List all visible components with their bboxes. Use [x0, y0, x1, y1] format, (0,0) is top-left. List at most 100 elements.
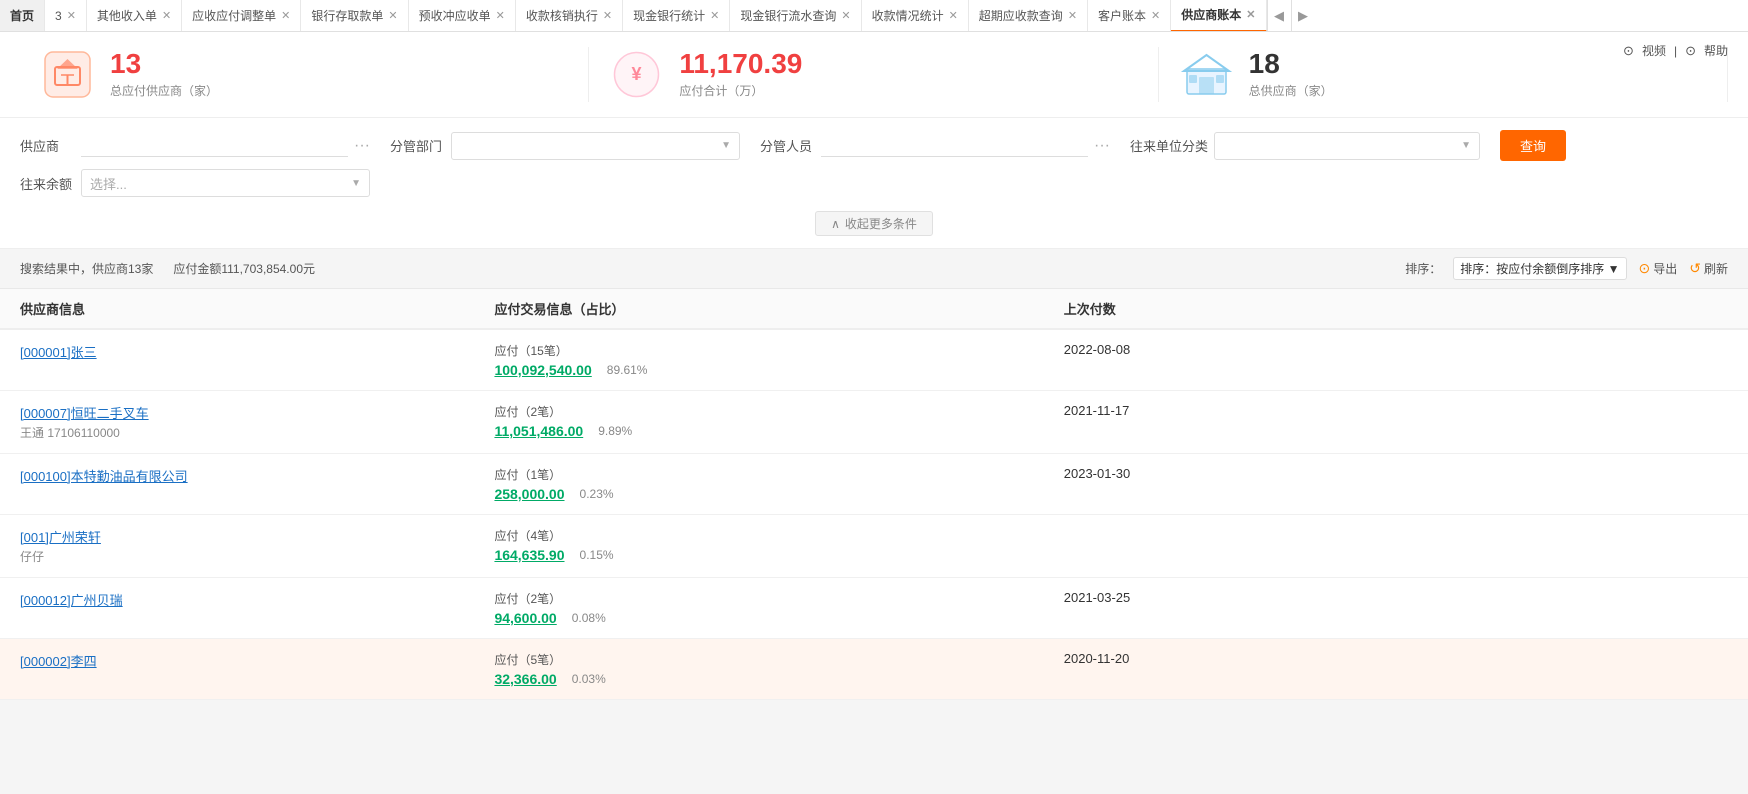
refresh-button[interactable]: ↺ 刷新 [1689, 260, 1728, 277]
help-icon: ⊙ [1685, 43, 1696, 59]
filter-row-2: 往来余额 选择... ▼ [20, 169, 1728, 197]
supplier-name-link[interactable]: [000012]广州贝瑞 [20, 590, 494, 609]
supplier-icon [40, 47, 95, 102]
col-header-lastpay: 上次付数 [1064, 299, 1349, 318]
close-icon[interactable]: ✕ [281, 9, 290, 22]
close-icon[interactable]: ✕ [710, 9, 719, 22]
close-icon[interactable]: ✕ [162, 9, 171, 22]
last-pay-date: 2021-03-25 [1064, 586, 1131, 605]
transaction-label: 应付（1笔） [494, 466, 1063, 483]
transaction-label: 应付（2笔） [494, 590, 1063, 607]
nav-tab-overdue-ar[interactable]: 超期应收款查询 ✕ [969, 0, 1088, 32]
balance-placeholder: 选择... [90, 174, 127, 193]
person-dots[interactable]: ··· [1094, 137, 1110, 155]
category-chevron-down-icon: ▼ [1461, 140, 1471, 151]
result-summary: 搜索结果中，供应商13家 [20, 260, 153, 277]
nav-tab-3[interactable]: 3 ✕ [45, 0, 87, 32]
category-select[interactable]: ▼ [1214, 132, 1480, 160]
payable-total-label: 应付合计（万） [679, 82, 802, 99]
table-row: [000002]李四 应付（5笔） 32,366.00 0.03% 2020-1… [0, 639, 1748, 700]
close-icon[interactable]: ✕ [388, 9, 397, 22]
close-icon[interactable]: ✕ [1068, 9, 1077, 22]
video-link[interactable]: 视频 [1642, 42, 1666, 59]
collapse-button[interactable]: ∧ 收起更多条件 [815, 211, 933, 236]
nav-tab-collect-exec[interactable]: 收款核销执行 ✕ [516, 0, 623, 32]
nav-tab-collect-stat[interactable]: 收款情况统计 ✕ [862, 0, 969, 32]
separator: | [1674, 44, 1677, 58]
lastpay-cell: 2023-01-30 [1064, 466, 1349, 481]
nav-tab-cash-bank-stat[interactable]: 现金银行统计 ✕ [623, 0, 730, 32]
supplier-cell: [000002]李四 [20, 651, 494, 670]
close-icon[interactable]: ✕ [841, 9, 850, 22]
nav-tab-supplier-book[interactable]: 供应商账本 ✕ [1171, 0, 1266, 32]
supplier-contact: 王通 17106110000 [20, 424, 494, 441]
transaction-amount[interactable]: 258,000.00 [494, 486, 564, 502]
lastpay-cell: 2022-08-08 [1064, 342, 1349, 357]
balance-select[interactable]: 选择... ▼ [81, 169, 370, 197]
transaction-percent: 0.03% [572, 672, 606, 686]
transaction-percent: 9.89% [598, 424, 632, 438]
help-link[interactable]: 帮助 [1704, 42, 1728, 59]
lastpay-cell: 2021-03-25 [1064, 590, 1349, 605]
nav-tab-ar-ap-adjust[interactable]: 应收应付调整单 ✕ [182, 0, 301, 32]
supplier-dots[interactable]: ··· [354, 137, 370, 155]
person-filter-label: 分管人员 [760, 136, 815, 155]
balance-filter: 往来余额 选择... ▼ [20, 169, 370, 197]
col-header-supplier: 供应商信息 [20, 299, 494, 318]
transaction-cell: 应付（2笔） 94,600.00 0.08% [494, 590, 1063, 626]
sort-label: 排序： [1405, 260, 1441, 277]
last-pay-date: 2020-11-20 [1064, 647, 1130, 666]
transaction-label: 应付（15笔） [494, 342, 1063, 359]
close-icon[interactable]: ✕ [496, 9, 505, 22]
top-nav: 首页 3 ✕ 其他收入单 ✕ 应收应付调整单 ✕ 银行存取款单 ✕ 预收冲应收单… [0, 0, 1748, 32]
sort-select[interactable]: 排序：按应付余额倒序排序 ▼ [1453, 257, 1626, 280]
nav-prev-arrow[interactable]: ◀ [1267, 0, 1291, 32]
supplier-name-link[interactable]: [001]广州荣轩 [20, 527, 494, 546]
close-icon[interactable]: ✕ [67, 9, 76, 22]
transaction-amount[interactable]: 11,051,486.00 [494, 423, 583, 439]
close-icon[interactable]: ✕ [1246, 8, 1255, 21]
data-table: 供应商信息 应付交易信息（占比） 上次付数 [000001]张三 应付（15笔）… [0, 289, 1748, 700]
supplier-filter: 供应商 ··· [20, 135, 370, 157]
supplier-contact: 仔仔 [20, 548, 494, 565]
supplier-name-link[interactable]: [000001]张三 [20, 342, 494, 361]
transaction-amount[interactable]: 164,635.90 [494, 547, 564, 563]
nav-tab-home[interactable]: 首页 [0, 0, 45, 32]
supplier-cell: [000001]张三 [20, 342, 494, 361]
transaction-amount[interactable]: 94,600.00 [494, 610, 556, 626]
result-bar-left: 搜索结果中，供应商13家 应付金额111,703,854.00元 [20, 260, 315, 277]
export-button[interactable]: ⊙ 导出 [1639, 260, 1678, 277]
transaction-cell: 应付（4笔） 164,635.90 0.15% [494, 527, 1063, 563]
table-row: [000001]张三 应付（15笔） 100,092,540.00 89.61%… [0, 330, 1748, 391]
transaction-amount[interactable]: 100,092,540.00 [494, 362, 591, 378]
nav-next-arrow[interactable]: ▶ [1291, 0, 1315, 32]
collapse-label: 收起更多条件 [845, 215, 917, 232]
total-supplier-count: 18 [1249, 50, 1333, 78]
supplier-cell: [001]广州荣轩 仔仔 [20, 527, 494, 565]
supplier-filter-label: 供应商 [20, 136, 75, 155]
lastpay-cell: 2020-11-20 [1064, 651, 1349, 666]
supplier-name-link[interactable]: [000007]恒旺二手叉车 [20, 403, 494, 422]
result-bar: 搜索结果中，供应商13家 应付金额111,703,854.00元 排序： 排序：… [0, 249, 1748, 289]
supplier-name-link[interactable]: [000100]本特勤油品有限公司 [20, 466, 494, 485]
transaction-amount[interactable]: 32,366.00 [494, 671, 556, 687]
query-button[interactable]: 查询 [1500, 130, 1566, 161]
last-pay-date: 2021-11-17 [1064, 399, 1130, 418]
supplier-input[interactable] [81, 135, 348, 157]
store-icon [1179, 47, 1234, 102]
close-icon[interactable]: ✕ [603, 9, 612, 22]
dept-select[interactable]: ▼ [451, 132, 740, 160]
dept-filter-label: 分管部门 [390, 136, 445, 155]
transaction-cell: 应付（2笔） 11,051,486.00 9.89% [494, 403, 1063, 439]
close-icon[interactable]: ✕ [949, 9, 958, 22]
last-pay-date: 2022-08-08 [1064, 338, 1131, 357]
nav-tab-customer-book[interactable]: 客户账本 ✕ [1088, 0, 1171, 32]
nav-tab-other-income[interactable]: 其他收入单 ✕ [87, 0, 182, 32]
supplier-name-link[interactable]: [000002]李四 [20, 651, 494, 670]
close-icon[interactable]: ✕ [1151, 9, 1160, 22]
nav-tab-bank-deposit[interactable]: 银行存取款单 ✕ [301, 0, 408, 32]
last-pay-date: 2023-01-30 [1064, 462, 1131, 481]
person-input[interactable] [821, 135, 1088, 157]
nav-tab-cash-bank-flow[interactable]: 现金银行流水查询 ✕ [730, 0, 861, 32]
nav-tab-prepay-offset[interactable]: 预收冲应收单 ✕ [409, 0, 516, 32]
